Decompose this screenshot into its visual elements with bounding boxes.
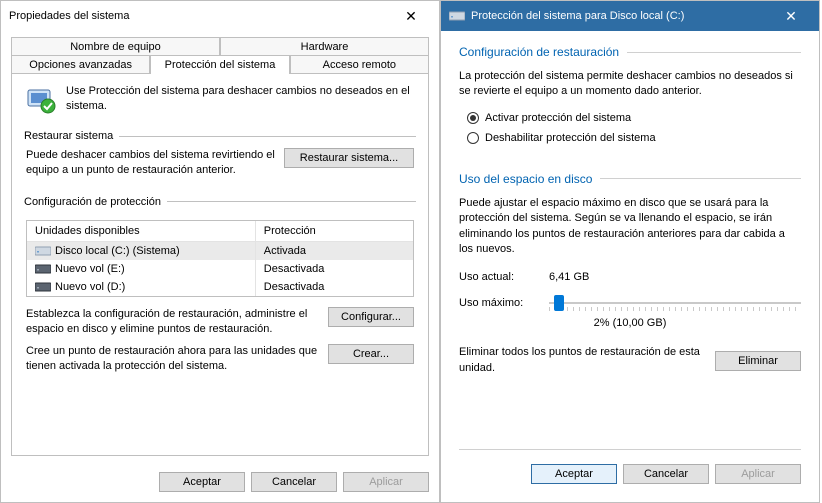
close-icon[interactable]: ✕ (391, 8, 431, 25)
drive-name: Nuevo vol (D:) (55, 281, 125, 293)
configure-text: Establezca la configuración de restaurac… (26, 307, 320, 337)
drive-name: Nuevo vol (E:) (55, 263, 125, 275)
max-usage-value: 2% (10,00 GB) (459, 317, 801, 329)
drive-icon (35, 245, 51, 257)
disk-usage-text: Puede ajustar el espacio máximo en disco… (459, 196, 801, 258)
max-usage-slider[interactable] (549, 293, 801, 313)
cancel-button[interactable]: Cancelar (623, 464, 709, 484)
system-protection-icon (24, 84, 58, 118)
titlebar: Protección del sistema para Disco local … (441, 1, 819, 31)
current-usage-row: Uso actual: 6,41 GB (459, 271, 801, 283)
radio-off-icon (467, 132, 479, 144)
current-usage-label: Uso actual: (459, 271, 549, 283)
drive-protection: Desactivada (264, 263, 325, 275)
tabs-row-2: Opciones avanzadas Protección del sistem… (11, 55, 429, 74)
create-button[interactable]: Crear... (328, 344, 414, 364)
tabs-row-1: Nombre de equipo Hardware (11, 37, 429, 56)
delete-restore-points-text: Eliminar todos los puntos de restauració… (459, 345, 705, 376)
drive-table-header: Unidades disponibles Protección (27, 221, 413, 242)
create-text: Cree un punto de restauración ahora para… (26, 344, 320, 374)
ok-button[interactable]: Aceptar (531, 464, 617, 484)
apply-button: Aplicar (715, 464, 801, 484)
apply-button: Aplicar (343, 472, 429, 492)
configure-button[interactable]: Configurar... (328, 307, 414, 327)
radio-on-icon (467, 112, 479, 124)
current-usage-value: 6,41 GB (549, 271, 589, 283)
col-protection[interactable]: Protección (256, 221, 413, 241)
system-properties-window: Propiedades del sistema ✕ Nombre de equi… (0, 0, 440, 503)
radio-disable-protection[interactable]: Deshabilitar protección del sistema (467, 132, 801, 144)
max-usage-row: Uso máximo: (459, 293, 801, 313)
tab-body: Use Protección del sistema para deshacer… (11, 73, 429, 456)
col-available-units[interactable]: Unidades disponibles (27, 221, 256, 241)
close-icon[interactable]: ✕ (771, 8, 811, 25)
cancel-button[interactable]: Cancelar (251, 472, 337, 492)
disk-usage-label: Uso del espacio en disco (459, 172, 801, 186)
tab-remote-access[interactable]: Acceso remoto (290, 55, 429, 74)
info-text: Use Protección del sistema para deshacer… (66, 84, 416, 114)
table-row[interactable]: Nuevo vol (E:) Desactivada (27, 260, 413, 278)
tab-advanced-options[interactable]: Opciones avanzadas (11, 55, 150, 74)
dialog-buttons: Aceptar Cancelar Aplicar (459, 456, 801, 494)
table-row[interactable]: Nuevo vol (D:) Desactivada (27, 278, 413, 296)
drive-protection: Activada (264, 245, 306, 257)
restore-system-button[interactable]: Restaurar sistema... (284, 148, 414, 168)
ok-button[interactable]: Aceptar (159, 472, 245, 492)
tab-system-protection[interactable]: Protección del sistema (150, 55, 289, 74)
delete-button[interactable]: Eliminar (715, 351, 801, 371)
window-title: Propiedades del sistema (9, 10, 129, 22)
dialog-buttons: Aceptar Cancelar Aplicar (1, 464, 439, 502)
system-protection-drive-window: Protección del sistema para Disco local … (440, 0, 820, 503)
slider-thumb-icon[interactable] (554, 295, 564, 311)
protection-config-label: Configuración de protección (24, 196, 416, 208)
drive-icon (449, 10, 465, 22)
restore-system-text: Puede deshacer cambios del sistema revir… (26, 148, 276, 178)
tab-computer-name[interactable]: Nombre de equipo (11, 37, 220, 56)
drive-icon (35, 263, 51, 275)
restore-config-text: La protección del sistema permite deshac… (459, 69, 801, 100)
table-row[interactable]: Disco local (C:) (Sistema) Activada (27, 242, 413, 260)
drive-protection: Desactivada (264, 281, 325, 293)
restore-system-label: Restaurar sistema (24, 130, 416, 142)
window-title: Protección del sistema para Disco local … (471, 10, 684, 22)
restore-config-label: Configuración de restauración (459, 45, 801, 59)
tab-hardware[interactable]: Hardware (220, 37, 429, 56)
drive-table: Unidades disponibles Protección Disco lo… (26, 220, 414, 297)
drive-name: Disco local (C:) (Sistema) (55, 245, 180, 257)
titlebar: Propiedades del sistema ✕ (1, 1, 439, 31)
max-usage-label: Uso máximo: (459, 297, 549, 309)
radio-activate-protection[interactable]: Activar protección del sistema (467, 112, 801, 124)
drive-icon (35, 281, 51, 293)
